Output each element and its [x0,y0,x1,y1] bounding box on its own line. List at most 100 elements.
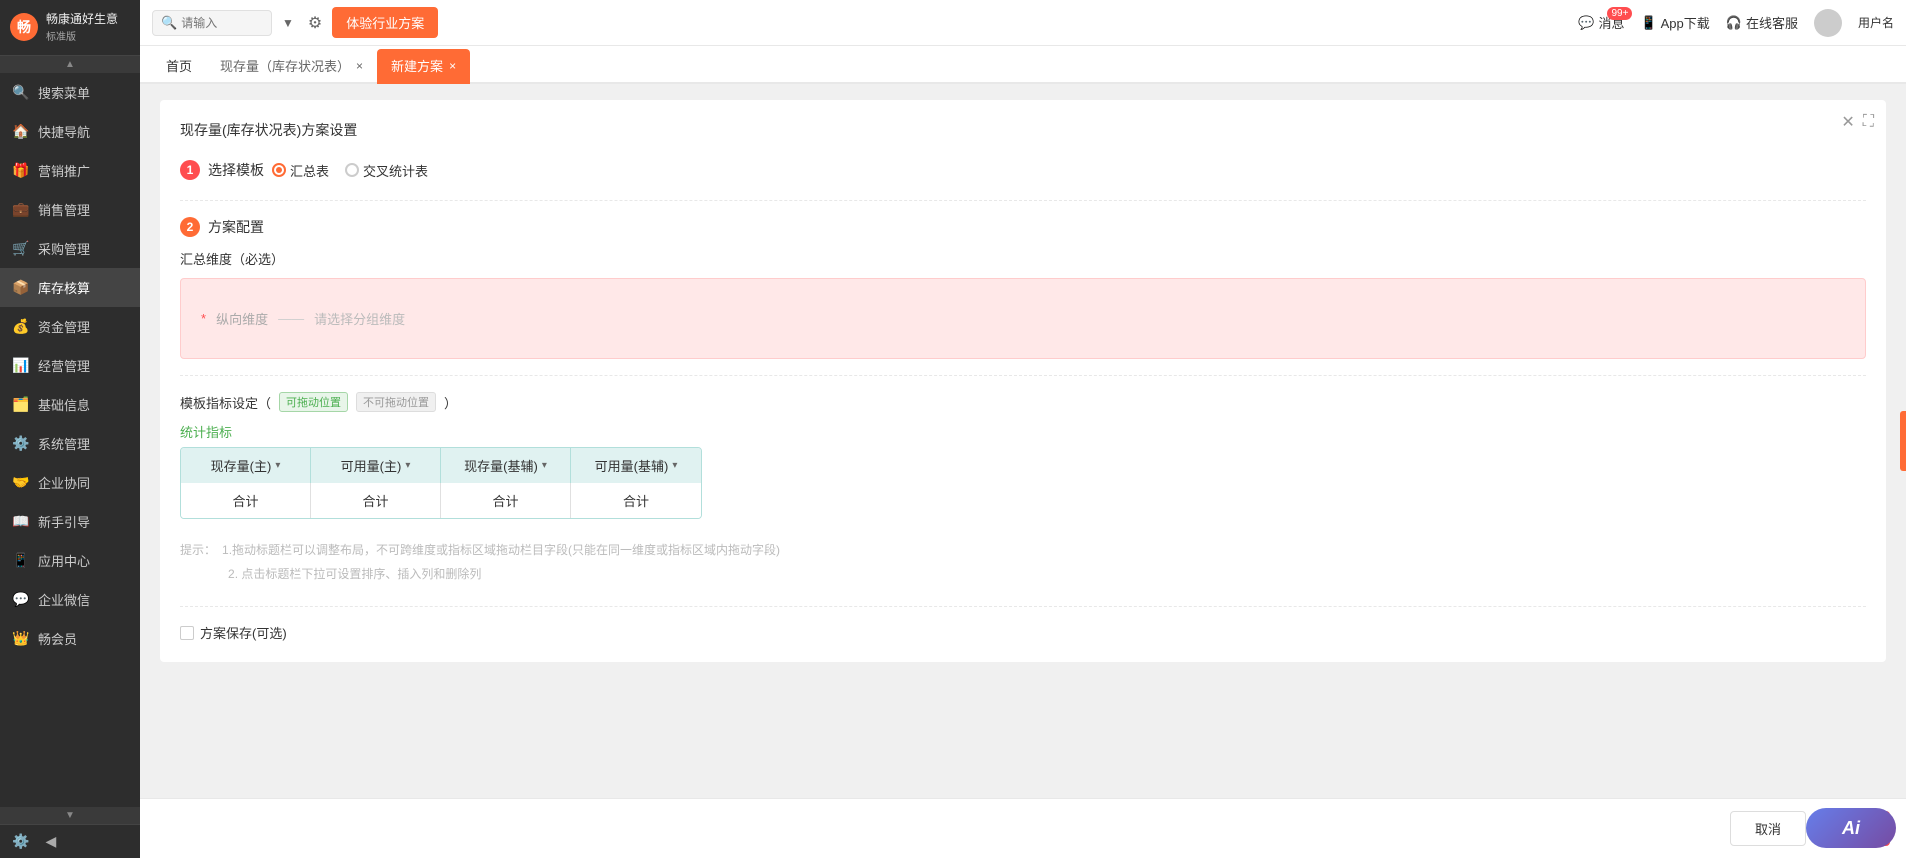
col-header-3-label: 可用量(基辅) [595,456,669,475]
app-download-btn[interactable]: 📱 App下载 [1640,13,1709,32]
sidebar-item-member[interactable]: 👑 畅会员 [0,619,140,658]
sidebar-item-basic[interactable]: 🗂️ 基础信息 [0,385,140,424]
sidebar-item-label: 系统管理 [38,434,90,453]
hint-2: 2. 点击标题栏下拉可设置排序、插入列和删除列 [180,562,1866,586]
indicator-settings-text: 模板指标设定（ [180,393,271,412]
settings-icon[interactable]: ⚙️ [12,833,29,850]
sidebar-scroll-down[interactable]: ▼ [0,807,140,824]
sidebar-item-newbie[interactable]: 📖 新手引导 [0,502,140,541]
sidebar-item-operation[interactable]: 📊 经营管理 [0,346,140,385]
radio-dot-summary [272,163,286,177]
radio-cross[interactable]: 交叉统计表 [345,161,428,180]
sidebar-item-label: 营销推广 [38,161,90,180]
radio-cross-label: 交叉统计表 [363,161,428,180]
sidebar-item-finance[interactable]: 💰 资金管理 [0,307,140,346]
collapse-icon[interactable]: ◀ [45,833,56,850]
topbar-gear-icon[interactable]: ⚙ [308,13,322,33]
sidebar-item-label: 企业微信 [38,590,90,609]
main-panel: ✕ ⛶ 现存量(库存状况表)方案设置 1 选择模板 汇总表 [160,100,1886,662]
chevron-down-icon-2: ▾ [542,460,547,471]
close-panel-btn[interactable]: ✕ [1841,112,1854,132]
search-input[interactable] [181,16,261,30]
sidebar-item-purchase[interactable]: 🛒 采购管理 [0,229,140,268]
topbar-right: 💬 消息 99+ 📱 App下载 🎧 在线客服 用户名 [1578,9,1894,37]
col-header-1[interactable]: 可用量(主) ▾ [311,448,441,483]
indicator-settings-close: ） [444,393,457,412]
sidebar-item-app-center[interactable]: 📱 应用中心 [0,541,140,580]
tab-close-icon[interactable]: × [449,59,456,73]
col-header-0[interactable]: 现存量(主) ▾ [181,448,311,483]
indicator-settings: 模板指标设定（ 可拖动位置 不可拖动位置 ） 统计指标 现存量(主) ▾ [180,392,1866,586]
search-dropdown-icon[interactable]: ▼ [282,16,294,30]
headset-icon: 🎧 [1726,15,1742,31]
tab-inventory-status[interactable]: 现存量（库存状况表） × [206,49,377,84]
book-icon: 📖 [12,512,30,530]
no-drag-tag: 不可拖动位置 [356,392,436,412]
sidebar-item-label: 搜索菜单 [38,83,90,102]
app-version: 标准版 [46,28,118,43]
stat-table: 现存量(主) ▾ 可用量(主) ▾ 现存量(基辅) ▾ [180,447,702,519]
template-radio-group: 汇总表 交叉统计表 [272,161,428,180]
col-header-2[interactable]: 现存量(基辅) ▾ [441,448,571,483]
sidebar-item-inventory[interactable]: 📦 库存核算 [0,268,140,307]
stat-title: 统计指标 [180,422,1866,441]
sidebar-item-system[interactable]: ⚙️ 系统管理 [0,424,140,463]
section2-title: 方案配置 [208,217,264,237]
experience-btn[interactable]: 体验行业方案 [332,7,438,38]
cancel-button[interactable]: 取消 [1730,811,1806,846]
radio-summary[interactable]: 汇总表 [272,161,329,180]
col-header-0-label: 现存量(主) [211,456,272,475]
required-mark: * [201,311,206,326]
sidebar-item-label: 资金管理 [38,317,90,336]
sidebar-item-sales[interactable]: 💼 销售管理 [0,190,140,229]
tab-close-icon[interactable]: × [356,59,363,73]
sidebar-item-enterprise[interactable]: 🤝 企业协同 [0,463,140,502]
save-checkbox[interactable] [180,626,194,640]
panel-actions: ✕ ⛶ [1841,112,1874,132]
dim-placeholder: 请选择分组维度 [314,309,405,328]
sidebar-bottom: ⚙️ ◀ [0,824,140,858]
tab-new-scheme[interactable]: 新建方案 × [377,49,470,84]
search-icon: 🔍 [12,83,30,101]
save-option-label: 方案保存(可选) [200,623,287,642]
tabbar: 首页 现存量（库存状况表） × 新建方案 × [140,46,1906,84]
message-btn[interactable]: 💬 消息 99+ [1578,13,1624,32]
crown-icon: 👑 [12,629,30,647]
mobile-icon: 📱 [12,551,30,569]
topbar: 🔍 ▼ ⚙ 体验行业方案 💬 消息 99+ 📱 App下载 🎧 在线客服 用户名 [140,0,1906,46]
hints-area: 提示： 1.拖动标题栏可以调整布局，不可跨维度或指标区域拖动栏目字段(只能在同一… [180,538,1866,586]
col-header-3[interactable]: 可用量(基辅) ▾ [571,448,701,483]
col-summary-0: 合计 [232,491,258,510]
user-avatar[interactable] [1814,9,1842,37]
ai-badge[interactable]: Ai [1806,808,1896,848]
radio-summary-label: 汇总表 [290,161,329,180]
vertical-dim-area[interactable]: * 纵向维度 —— 请选择分组维度 [180,278,1866,359]
service-btn[interactable]: 🎧 在线客服 [1726,13,1798,32]
sidebar-item-label: 应用中心 [38,551,90,570]
username-label[interactable]: 用户名 [1858,14,1894,31]
indicator-settings-label: 模板指标设定（ 可拖动位置 不可拖动位置 ） [180,392,1866,412]
sidebar-scroll-up[interactable]: ▲ [0,56,140,73]
dash: —— [278,311,304,326]
sidebar-item-wechat[interactable]: 💬 企业微信 [0,580,140,619]
folder-icon: 🗂️ [12,395,30,413]
section1-title: 选择模板 [208,160,264,180]
page-title: 现存量(库存状况表)方案设置 [180,120,1866,140]
sidebar-item-search[interactable]: 🔍 搜索菜单 [0,73,140,112]
sidebar: 畅 畅康通好生意 标准版 ▲ 🔍 搜索菜单 🏠 快捷导航 🎁 营销推广 💼 销售… [0,0,140,858]
sidebar-item-label: 畅会员 [38,629,77,648]
service-label: 在线客服 [1746,13,1798,32]
sidebar-item-quick-nav[interactable]: 🏠 快捷导航 [0,112,140,151]
topbar-search-box[interactable]: 🔍 [152,10,272,36]
radio-dot-cross [345,163,359,177]
logo-text-group: 畅康通好生意 标准版 [46,12,118,43]
save-option: 方案保存(可选) [180,623,1866,642]
sidebar-item-label: 基础信息 [38,395,90,414]
sidebar-item-label: 经营管理 [38,356,90,375]
sidebar-item-marketing[interactable]: 🎁 营销推广 [0,151,140,190]
expand-panel-btn[interactable]: ⛶ [1863,112,1874,132]
money-icon: 💰 [12,317,30,335]
section1-num: 1 [180,160,200,180]
tab-home[interactable]: 首页 [152,49,206,84]
sidebar-item-label: 采购管理 [38,239,90,258]
